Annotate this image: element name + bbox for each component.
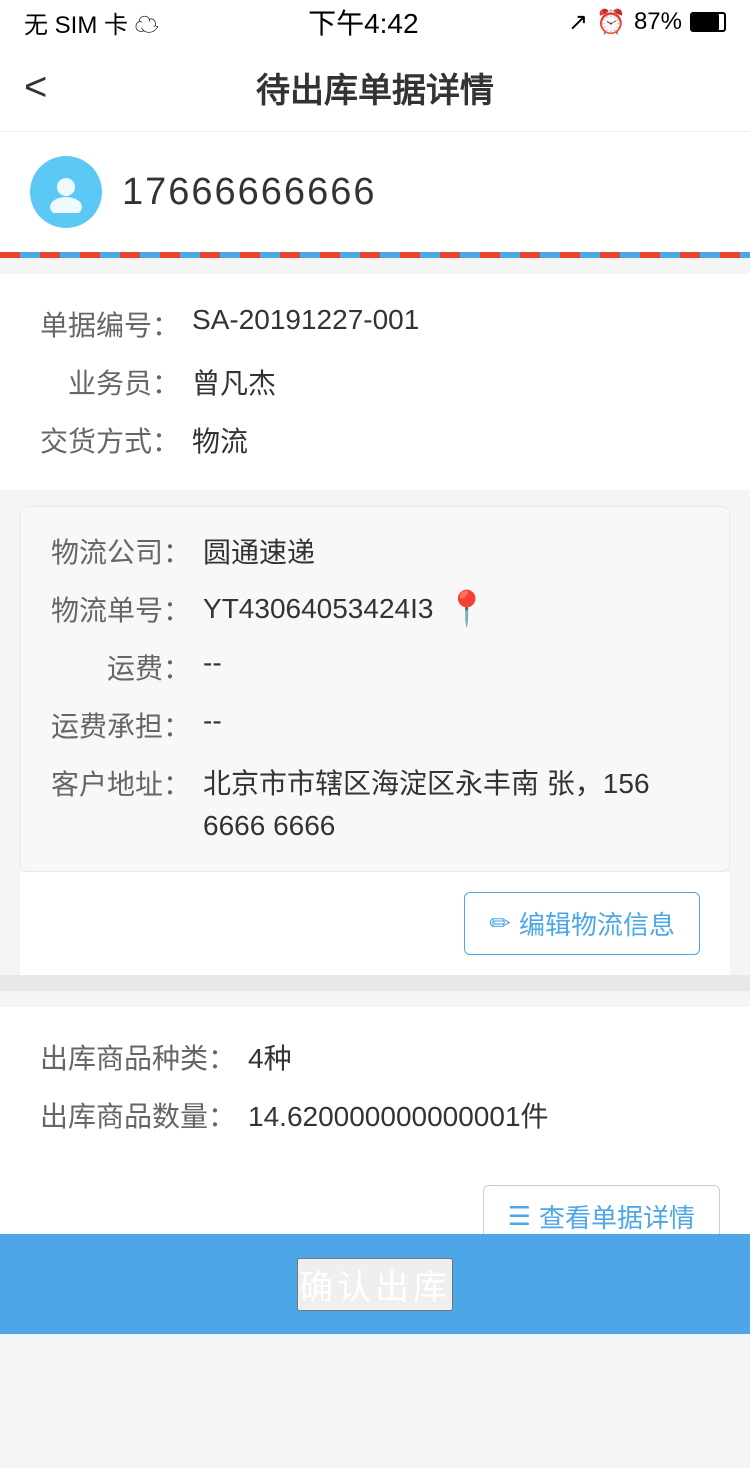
address-row: 客户地址： 北京市市辖区海淀区永丰南 张，156 6666 6666 — [51, 763, 699, 847]
order-info-section: 单据编号： SA-20191227-001 业务员： 曾凡杰 交货方式： 物流 — [0, 274, 750, 490]
confirm-outbound-button[interactable]: 确认出库 — [297, 1258, 453, 1311]
delivery-label: 交货方式： — [40, 420, 180, 460]
location-icon: ↗ — [568, 8, 588, 37]
goods-qty-value: 14.620000000000001件 — [248, 1095, 710, 1135]
section-divider — [0, 975, 750, 991]
back-button[interactable]: < — [24, 65, 47, 110]
address-value: 北京市市辖区海淀区永丰南 张，156 6666 6666 — [203, 763, 699, 847]
agent-value: 曾凡杰 — [192, 362, 710, 402]
alarm-icon: ⏰ — [596, 8, 626, 37]
logistics-company-value: 圆通速递 — [203, 531, 699, 571]
list-icon: ☰ — [508, 1201, 531, 1232]
goods-section: 出库商品种类： 4种 出库商品数量： 14.620000000000001件 — [0, 1007, 750, 1165]
page-title: 待出库单据详情 — [256, 63, 494, 112]
user-phone: 17666666666 — [122, 171, 376, 214]
view-details-label: 查看单据详情 — [539, 1198, 695, 1235]
agent-row: 业务员： 曾凡杰 — [40, 362, 710, 402]
battery-label: 87% — [634, 8, 682, 36]
tracking-label: 物流单号： — [51, 589, 191, 629]
goods-types-row: 出库商品种类： 4种 — [40, 1037, 710, 1077]
delivery-value: 物流 — [192, 420, 710, 460]
order-no-value: SA-20191227-001 — [192, 304, 710, 336]
avatar — [30, 156, 102, 228]
logistics-company-label: 物流公司： — [51, 531, 191, 571]
bottom-bar: 确认出库 — [0, 1234, 750, 1334]
nav-bar: < 待出库单据详情 — [0, 44, 750, 132]
edit-logistics-button[interactable]: ✏ 编辑物流信息 — [464, 892, 700, 955]
freight-bearer-value: -- — [203, 705, 699, 737]
status-right: ↗ ⏰ 87% — [568, 8, 726, 37]
order-no-label: 单据编号： — [40, 304, 180, 344]
dashed-divider — [0, 252, 750, 258]
tracking-row: 物流单号： YT43064053424I3 📍 — [51, 589, 699, 629]
goods-qty-row: 出库商品数量： 14.620000000000001件 — [40, 1095, 710, 1135]
tracking-value: YT43064053424I3 📍 — [203, 589, 699, 629]
user-header: 17666666666 — [0, 132, 750, 252]
address-label: 客户地址： — [51, 763, 191, 803]
freight-label: 运费： — [51, 647, 191, 687]
battery-icon — [690, 12, 726, 32]
status-bar: 无 SIM 卡 ☁ 下午4:42 ↗ ⏰ 87% — [0, 0, 750, 44]
logistics-company-row: 物流公司： 圆通速递 — [51, 531, 699, 571]
tracking-no: YT43064053424I3 — [203, 593, 433, 625]
edit-logistics-row: ✏ 编辑物流信息 — [20, 872, 730, 975]
status-time: 下午4:42 — [308, 2, 419, 42]
freight-row: 运费： -- — [51, 647, 699, 687]
goods-qty-label: 出库商品数量： — [40, 1095, 236, 1135]
status-left: 无 SIM 卡 ☁ — [24, 5, 159, 40]
goods-types-label: 出库商品种类： — [40, 1037, 236, 1077]
order-no-row: 单据编号： SA-20191227-001 — [40, 304, 710, 344]
freight-bearer-label: 运费承担： — [51, 705, 191, 745]
logistics-section: 物流公司： 圆通速递 物流单号： YT43064053424I3 📍 运费： -… — [20, 506, 730, 872]
goods-types-value: 4种 — [248, 1037, 710, 1077]
freight-value: -- — [203, 647, 699, 679]
edit-logistics-label: 编辑物流信息 — [519, 905, 675, 942]
location-pin-icon[interactable]: 📍 — [445, 589, 487, 629]
delivery-row: 交货方式： 物流 — [40, 420, 710, 460]
agent-label: 业务员： — [40, 362, 180, 402]
freight-bearer-row: 运费承担： -- — [51, 705, 699, 745]
edit-icon: ✏ — [489, 908, 511, 939]
sim-wifi-label: 无 SIM 卡 ☁ — [24, 5, 159, 40]
